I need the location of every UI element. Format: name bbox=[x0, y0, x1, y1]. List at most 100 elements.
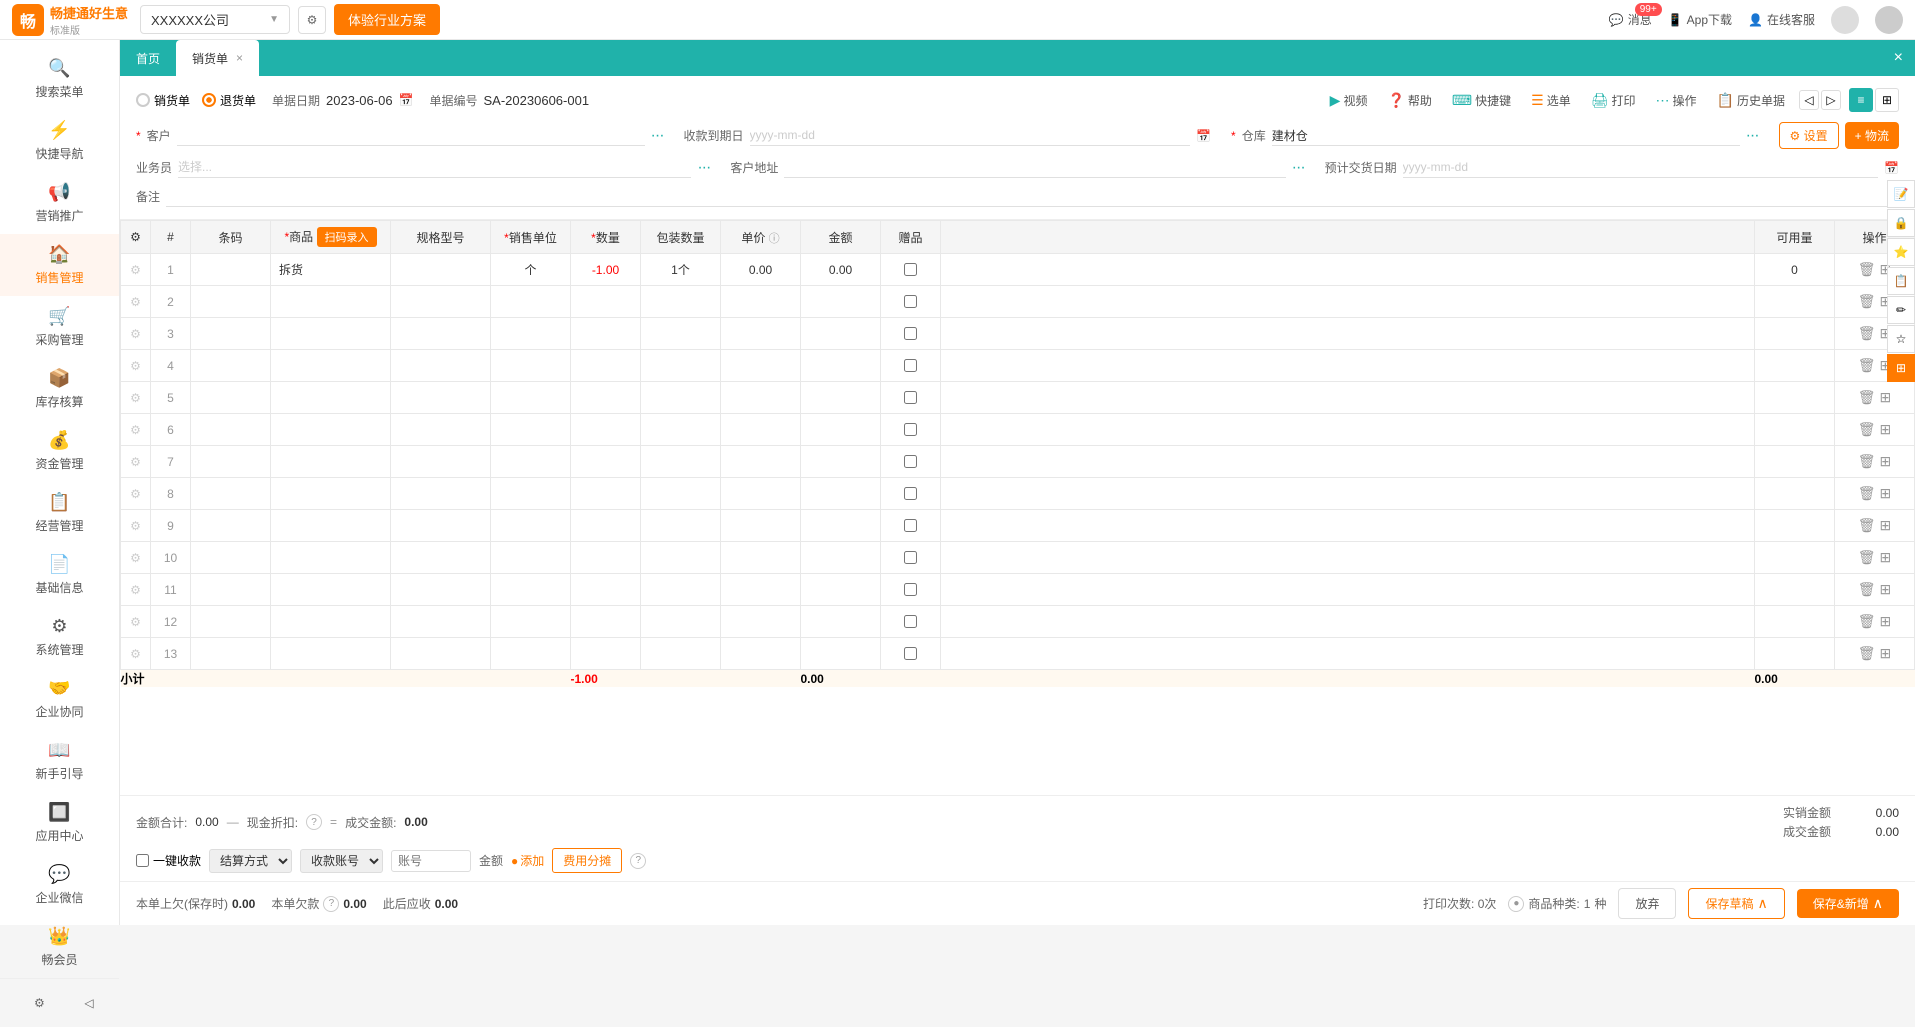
row-spec-cell[interactable] bbox=[391, 350, 491, 382]
one-click-payment-checkbox[interactable]: 一键收款 bbox=[136, 852, 201, 869]
right-panel-icon-6[interactable]: ☆ bbox=[1887, 325, 1915, 353]
gift-checkbox[interactable] bbox=[904, 423, 917, 436]
row-amount-cell[interactable]: 0.00 bbox=[801, 254, 881, 286]
row-copy-icon[interactable]: ⊞ bbox=[1880, 389, 1892, 406]
payment-date-calendar-icon[interactable]: 📅 bbox=[1196, 129, 1211, 143]
row-qty-cell[interactable] bbox=[571, 446, 641, 478]
gift-checkbox[interactable] bbox=[904, 295, 917, 308]
setting-button[interactable]: ⚙ 设置 bbox=[1779, 122, 1839, 149]
row-gift-cell[interactable] bbox=[881, 414, 941, 446]
view-list-btn[interactable]: ≡ bbox=[1849, 88, 1873, 112]
row-spec-cell[interactable] bbox=[391, 638, 491, 670]
right-panel-icon-4[interactable]: 📋 bbox=[1887, 267, 1915, 295]
warehouse-input[interactable] bbox=[1272, 125, 1740, 146]
row-amount-cell[interactable] bbox=[801, 286, 881, 318]
barcode-input[interactable] bbox=[199, 487, 262, 501]
scan-barcode-btn[interactable]: 扫码录入 bbox=[317, 227, 377, 247]
tab-sales-order[interactable]: 销货单 × bbox=[176, 40, 259, 76]
radio-return-btn[interactable] bbox=[202, 93, 216, 107]
sidebar-item-marketing[interactable]: 📢 营销推广 bbox=[0, 172, 119, 234]
sidebar-item-enterprise[interactable]: 🤝 企业协同 bbox=[0, 668, 119, 730]
row-settings-icon[interactable]: ⚙ bbox=[130, 551, 141, 565]
row-pkg-cell[interactable]: 1个 bbox=[641, 254, 721, 286]
one-click-payment-check[interactable] bbox=[136, 854, 149, 867]
row-copy-icon[interactable]: ⊞ bbox=[1880, 485, 1892, 502]
gift-checkbox[interactable] bbox=[904, 551, 917, 564]
row-qty-cell[interactable] bbox=[571, 574, 641, 606]
row-delete-icon[interactable]: 🗑 bbox=[1858, 613, 1876, 630]
row-pkg-cell[interactable] bbox=[641, 446, 721, 478]
toolbar-operation-btn[interactable]: ⋯ 操作 bbox=[1650, 90, 1703, 111]
row-qty-cell[interactable] bbox=[571, 382, 641, 414]
online-service-btn[interactable]: 👤 在线客服 bbox=[1748, 11, 1815, 28]
gift-checkbox[interactable] bbox=[904, 327, 917, 340]
row-price-cell[interactable] bbox=[721, 318, 801, 350]
row-pkg-cell[interactable] bbox=[641, 606, 721, 638]
row-product-cell[interactable] bbox=[271, 510, 391, 542]
logistics-button[interactable]: + 物流 bbox=[1845, 122, 1899, 149]
sidebar-item-inventory[interactable]: 📦 库存核算 bbox=[0, 358, 119, 420]
row-amount-cell[interactable] bbox=[801, 446, 881, 478]
gift-checkbox[interactable] bbox=[904, 455, 917, 468]
right-panel-icon-3[interactable]: ⭐ bbox=[1887, 238, 1915, 266]
row-gift-cell[interactable] bbox=[881, 606, 941, 638]
row-barcode-cell[interactable] bbox=[191, 350, 271, 382]
row-barcode-cell[interactable] bbox=[191, 414, 271, 446]
warehouse-dots-btn[interactable]: ··· bbox=[1746, 127, 1759, 145]
row-unit-cell[interactable] bbox=[491, 638, 571, 670]
gift-checkbox[interactable] bbox=[904, 263, 917, 276]
gift-checkbox[interactable] bbox=[904, 615, 917, 628]
row-qty-cell[interactable] bbox=[571, 638, 641, 670]
row-gift-cell[interactable] bbox=[881, 478, 941, 510]
remarks-input[interactable] bbox=[166, 186, 1899, 207]
radio-sales[interactable]: 销货单 bbox=[136, 92, 190, 109]
row-delete-icon[interactable]: 🗑 bbox=[1858, 485, 1876, 502]
customer-dots-btn[interactable]: ··· bbox=[651, 127, 664, 145]
row-qty-cell[interactable] bbox=[571, 510, 641, 542]
toolbar-help-btn[interactable]: ❓ 帮助 bbox=[1381, 90, 1437, 111]
row-copy-icon[interactable]: ⊞ bbox=[1880, 581, 1892, 598]
sidebar-item-member[interactable]: 👑 畅会员 bbox=[0, 916, 119, 978]
right-panel-icon-2[interactable]: 🔒 bbox=[1887, 209, 1915, 237]
barcode-input[interactable] bbox=[199, 327, 262, 341]
row-product-cell[interactable] bbox=[271, 318, 391, 350]
sidebar-item-sales[interactable]: 🏠 销售管理 bbox=[0, 234, 119, 296]
row-qty-cell[interactable] bbox=[571, 542, 641, 574]
barcode-input[interactable] bbox=[199, 583, 262, 597]
row-spec-cell[interactable] bbox=[391, 606, 491, 638]
sidebar-item-finance[interactable]: 💰 资金管理 bbox=[0, 420, 119, 482]
row-pkg-cell[interactable] bbox=[641, 286, 721, 318]
sidebar-collapse-icon[interactable]: ◁ bbox=[84, 996, 93, 1010]
payment-account-select[interactable]: 收款账号 bbox=[300, 849, 383, 873]
row-copy-icon[interactable]: ⊞ bbox=[1880, 645, 1892, 662]
row-unit-cell[interactable] bbox=[491, 382, 571, 414]
barcode-input[interactable] bbox=[199, 455, 262, 469]
row-price-cell[interactable] bbox=[721, 286, 801, 318]
barcode-input[interactable] bbox=[199, 551, 262, 565]
row-gift-cell[interactable] bbox=[881, 574, 941, 606]
gift-checkbox[interactable] bbox=[904, 487, 917, 500]
row-price-cell[interactable] bbox=[721, 638, 801, 670]
row-gift-cell[interactable] bbox=[881, 542, 941, 574]
row-product-cell[interactable] bbox=[271, 606, 391, 638]
row-unit-cell[interactable] bbox=[491, 318, 571, 350]
row-gift-cell[interactable] bbox=[881, 382, 941, 414]
sidebar-item-nav[interactable]: ⚡ 快捷导航 bbox=[0, 110, 119, 172]
row-pkg-cell[interactable] bbox=[641, 638, 721, 670]
row-price-cell[interactable] bbox=[721, 542, 801, 574]
row-unit-cell[interactable] bbox=[491, 510, 571, 542]
row-settings-icon[interactable]: ⚙ bbox=[130, 487, 141, 501]
cash-discount-info-icon[interactable]: ? bbox=[306, 814, 322, 830]
row-barcode-cell[interactable] bbox=[191, 382, 271, 414]
row-price-cell[interactable] bbox=[721, 350, 801, 382]
sidebar-item-wechat[interactable]: 💬 企业微信 bbox=[0, 854, 119, 916]
row-unit-cell[interactable] bbox=[491, 286, 571, 318]
row-pkg-cell[interactable] bbox=[641, 350, 721, 382]
experience-btn[interactable]: 体验行业方案 bbox=[334, 4, 440, 35]
toolbar-video-btn[interactable]: ▶ 视频 bbox=[1324, 90, 1374, 111]
salesperson-input[interactable] bbox=[178, 157, 691, 178]
row-product-cell[interactable] bbox=[271, 638, 391, 670]
row-gift-cell[interactable] bbox=[881, 286, 941, 318]
row-pkg-cell[interactable] bbox=[641, 318, 721, 350]
row-delete-icon[interactable]: 🗑 bbox=[1858, 261, 1876, 278]
